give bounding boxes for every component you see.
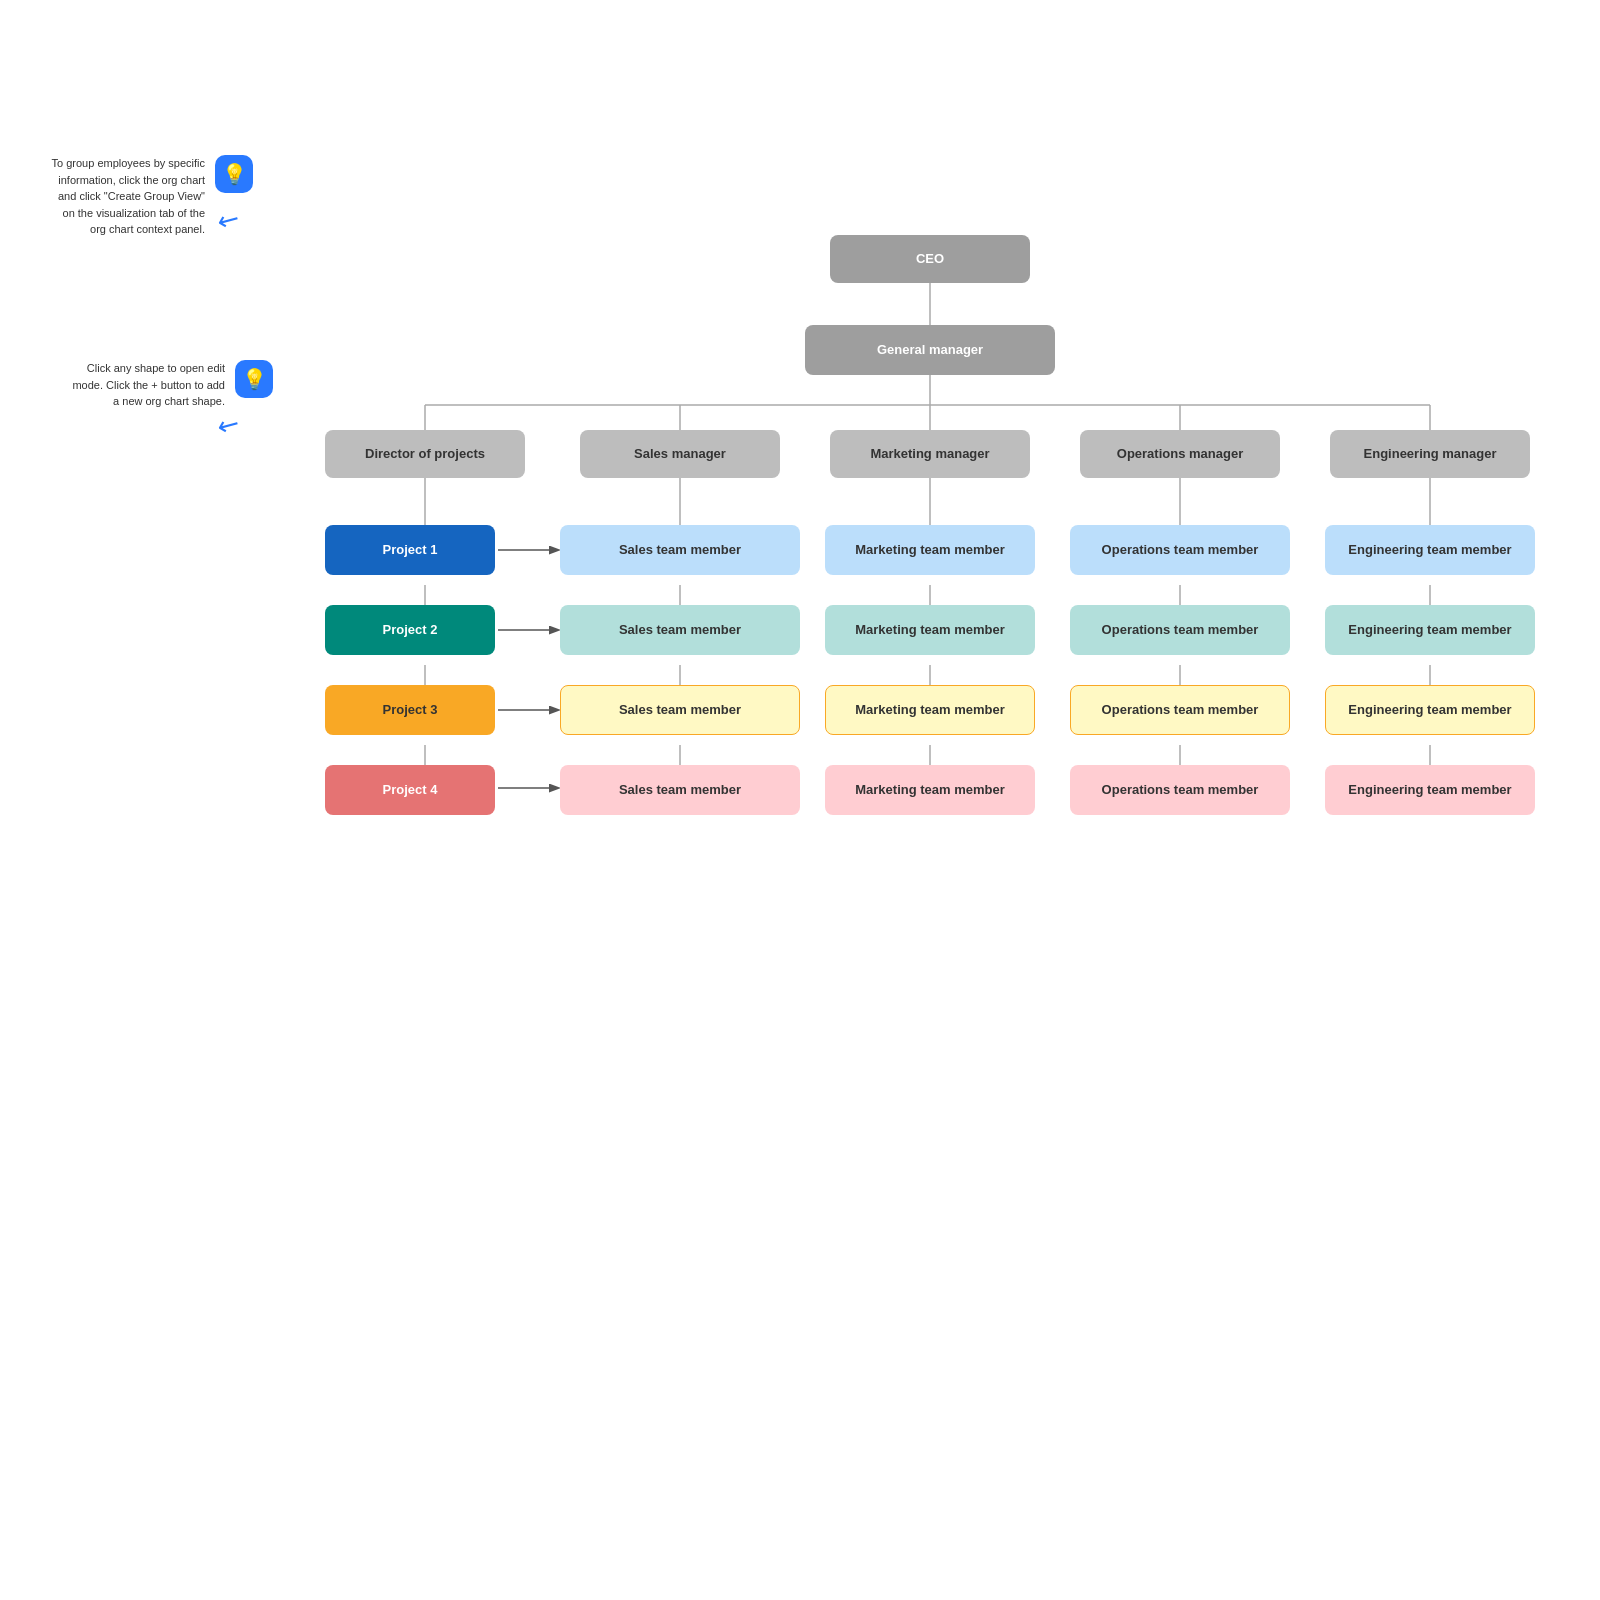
row4-engineering-node[interactable]: Engineering team member [1325, 765, 1535, 815]
row3-operations-node[interactable]: Operations team member [1070, 685, 1290, 735]
row1-sales-node[interactable]: Sales team member [560, 525, 800, 575]
hint-2: Click any shape to open edit mode. Click… [65, 360, 273, 410]
hint-2-icon: 💡 [235, 360, 273, 398]
sales-manager-node[interactable]: Sales manager [580, 430, 780, 478]
row4-operations-node[interactable]: Operations team member [1070, 765, 1290, 815]
row2-marketing-node[interactable]: Marketing team member [825, 605, 1035, 655]
ceo-node[interactable]: CEO [830, 235, 1030, 283]
row3-sales-node[interactable]: Sales team member [560, 685, 800, 735]
engineering-manager-node[interactable]: Engineering manager [1330, 430, 1530, 478]
gm-node[interactable]: General manager [805, 325, 1055, 375]
operations-manager-node[interactable]: Operations manager [1080, 430, 1280, 478]
row2-operations-node[interactable]: Operations team member [1070, 605, 1290, 655]
marketing-manager-node[interactable]: Marketing manager [830, 430, 1030, 478]
row1-engineering-node[interactable]: Engineering team member [1325, 525, 1535, 575]
hint-2-text: Click any shape to open edit mode. Click… [65, 360, 225, 410]
row2-sales-node[interactable]: Sales team member [560, 605, 800, 655]
project-3-node[interactable]: Project 3 [325, 685, 495, 735]
row1-marketing-node[interactable]: Marketing team member [825, 525, 1035, 575]
hint-2-arrow: ↙ [212, 407, 247, 445]
row4-sales-node[interactable]: Sales team member [560, 765, 800, 815]
org-chart-container: CEO General manager Director of projects… [270, 230, 1560, 1150]
row1-operations-node[interactable]: Operations team member [1070, 525, 1290, 575]
project-1-node[interactable]: Project 1 [325, 525, 495, 575]
row3-marketing-node[interactable]: Marketing team member [825, 685, 1035, 735]
director-node[interactable]: Director of projects [325, 430, 525, 478]
hint-1-icon: 💡 [215, 155, 253, 193]
project-4-node[interactable]: Project 4 [325, 765, 495, 815]
hint-1-text: To group employees by specific informati… [45, 155, 205, 238]
row2-engineering-node[interactable]: Engineering team member [1325, 605, 1535, 655]
project-2-node[interactable]: Project 2 [325, 605, 495, 655]
row3-engineering-node[interactable]: Engineering team member [1325, 685, 1535, 735]
row4-marketing-node[interactable]: Marketing team member [825, 765, 1035, 815]
